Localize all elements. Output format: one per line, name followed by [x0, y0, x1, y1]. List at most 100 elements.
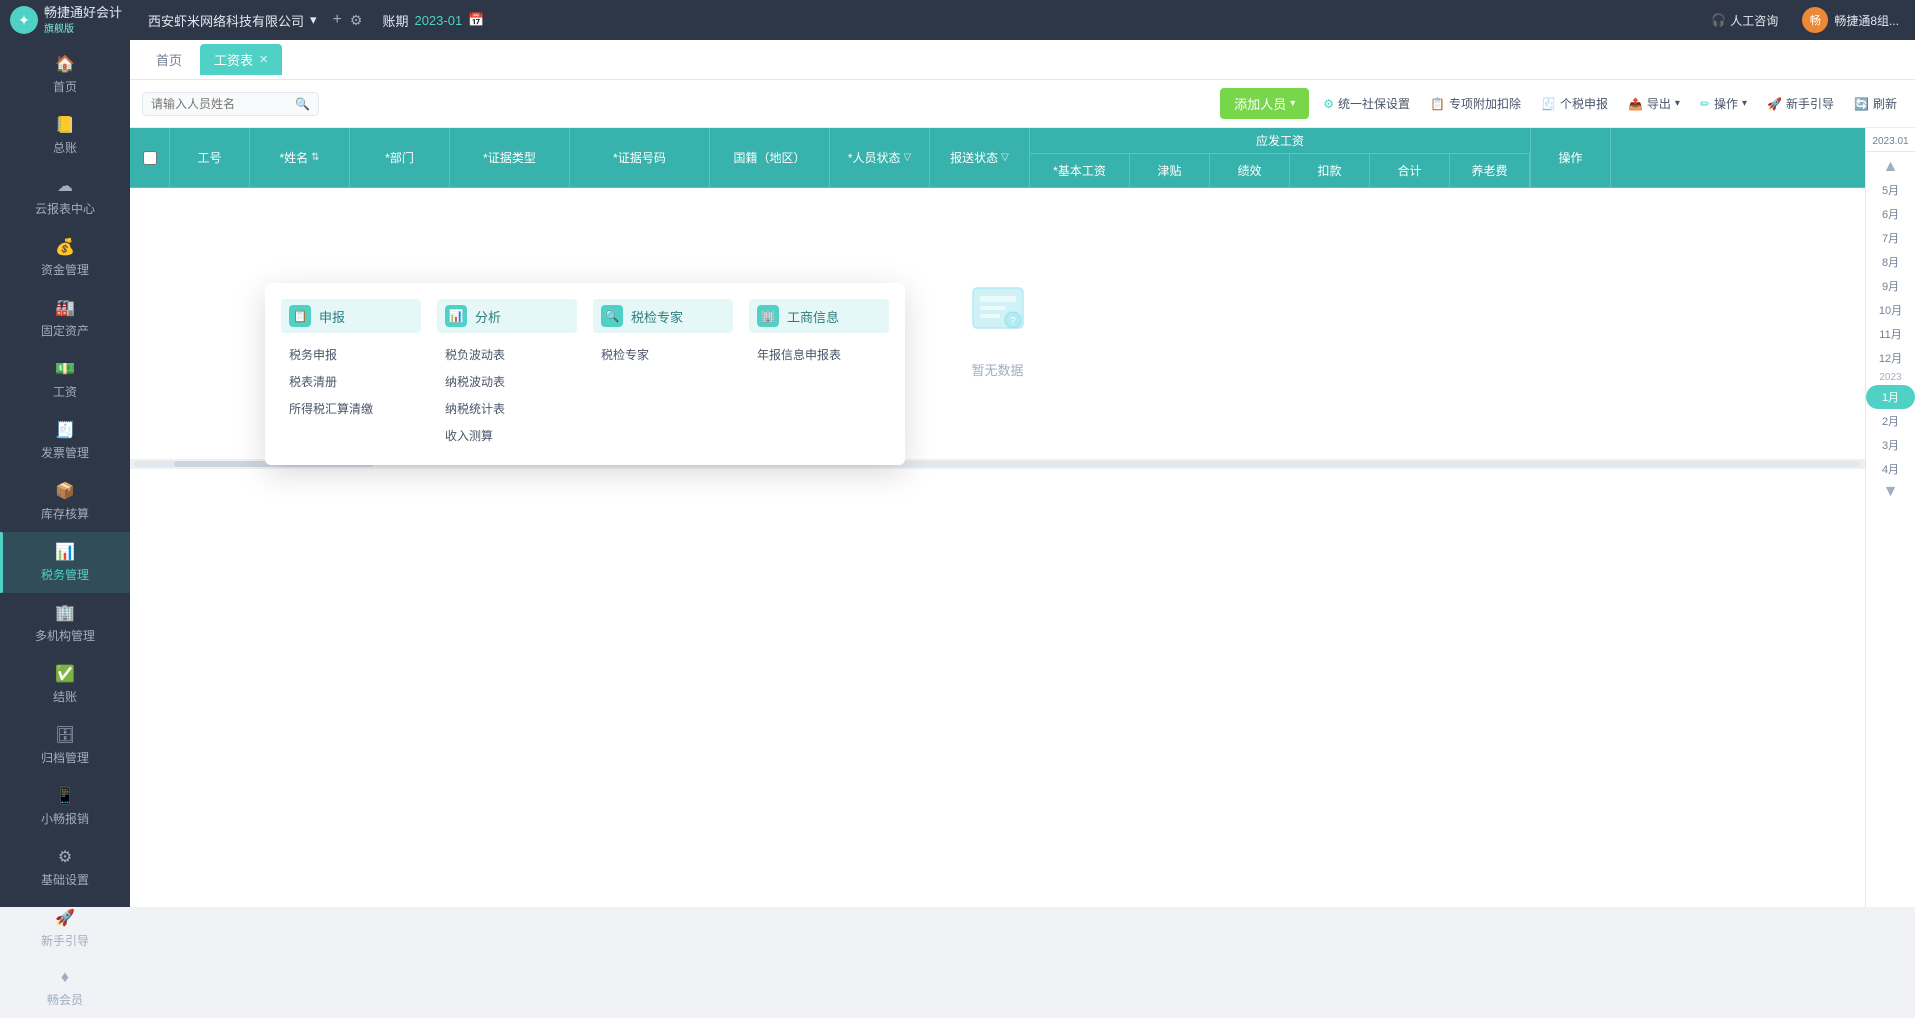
th-base-salary-label: *基本工资	[1053, 162, 1106, 179]
dropdown-item-tax-expert[interactable]: 税检专家	[593, 341, 733, 368]
timeline-month-2[interactable]: 2月	[1866, 409, 1915, 433]
th-id-type-label: *证据类型	[483, 149, 536, 166]
dropdown-item-tax-burden[interactable]: 税负波动表	[437, 341, 577, 368]
sidebar-item-home[interactable]: 🏠 首页	[0, 44, 130, 105]
ledger-icon: 📒	[55, 115, 75, 135]
tax-report-label: 个税申报	[1560, 95, 1608, 112]
tax-label: 税务管理	[41, 566, 89, 583]
timeline-month-6[interactable]: 6月	[1866, 202, 1915, 226]
add-person-label: 添加人员	[1234, 94, 1286, 113]
dropdown-item-tax-table[interactable]: 税表清册	[281, 368, 421, 395]
toolbar-refresh-btn[interactable]: 🔄 刷新	[1848, 91, 1903, 116]
support-btn[interactable]: 🎧 人工咨询	[1705, 9, 1784, 32]
sidebar-item-tax[interactable]: 📊 税务管理	[0, 532, 130, 593]
sidebar-item-marketing[interactable]: 📱 小畅报销	[0, 776, 130, 837]
toolbar-social-btn[interactable]: ⚙ 统一社保设置	[1317, 91, 1416, 116]
th-action-label: 操作	[1558, 149, 1582, 166]
search-icon: 🔍	[295, 97, 310, 111]
toolbar-deduction-btn[interactable]: 📋 专项附加扣除	[1424, 91, 1527, 116]
sort-icon[interactable]: ⇅	[311, 152, 319, 163]
tab-close-icon[interactable]: ✕	[259, 53, 268, 66]
filter-report-icon[interactable]: ▽	[1001, 152, 1009, 163]
th-employee-id-label: 工号	[197, 149, 221, 166]
timeline-month-12[interactable]: 12月	[1866, 346, 1915, 370]
inventory-icon: 📦	[55, 481, 75, 501]
tab-home-label: 首页	[156, 50, 182, 69]
operation-dropdown-icon: ▾	[1742, 98, 1747, 109]
timeline-down-btn[interactable]: ▼	[1881, 481, 1901, 503]
th-employee-id: 工号	[170, 128, 250, 187]
th-nationality: 国籍（地区）	[710, 128, 830, 187]
user-btn[interactable]: 畅 畅捷通8组...	[1796, 4, 1905, 36]
dropdown-item-tax-annual[interactable]: 所得税汇算清缴	[281, 395, 421, 422]
timeline-month-5[interactable]: 5月	[1866, 178, 1915, 202]
toolbar-guide-btn[interactable]: 🚀 新手引导	[1761, 91, 1840, 116]
timeline-year-2023: 2023	[1879, 370, 1901, 385]
sidebar-item-multi[interactable]: 🏢 多机构管理	[0, 593, 130, 654]
sidebar-item-cloud[interactable]: ☁ 云报表中心	[0, 166, 130, 227]
company-selector[interactable]: 西安虾米网络科技有限公司 ▾	[140, 7, 325, 34]
th-salary-group: 应发工资 *基本工资 津贴 绩效 扣	[1030, 128, 1531, 187]
dropdown-item-tax-stats[interactable]: 纳税统计表	[437, 395, 577, 422]
timeline-month-9[interactable]: 9月	[1866, 274, 1915, 298]
guide-label: 新手引导	[41, 932, 89, 949]
sidebar-item-archive[interactable]: 🗄 归档管理	[0, 715, 130, 776]
dropdown-item-tax-payment[interactable]: 纳税波动表	[437, 368, 577, 395]
toolbar-export-btn[interactable]: 📤 导出 ▾	[1622, 91, 1686, 116]
th-id-no-label: *证据号码	[613, 149, 666, 166]
header-actions: 🎧 人工咨询 畅 畅捷通8组...	[1705, 4, 1905, 36]
sidebar-item-ledger[interactable]: 📒 总账	[0, 105, 130, 166]
filter-status-icon[interactable]: ▽	[903, 152, 911, 163]
sidebar-item-asset[interactable]: 🏭 固定资产	[0, 288, 130, 349]
timeline-month-3[interactable]: 3月	[1866, 433, 1915, 457]
sidebar-item-guide[interactable]: 🚀 新手引导	[0, 898, 130, 959]
sidebar-item-fund[interactable]: 💰 资金管理	[0, 227, 130, 288]
right-timeline: 2023.01 ▲ 5月 6月 7月 8月 9月 10月 11月 12月 202…	[1865, 128, 1915, 907]
th-pension: 养老费	[1450, 154, 1530, 187]
dropdown-item-annual-report[interactable]: 年报信息申报表	[749, 341, 889, 368]
sidebar-item-member[interactable]: ♦ 畅会员	[0, 959, 130, 1018]
sidebar-item-settings[interactable]: ⚙ 基础设置	[0, 837, 130, 898]
sidebar-item-invoice[interactable]: 🧾 发票管理	[0, 410, 130, 471]
tab-salary[interactable]: 工资表 ✕	[200, 44, 282, 75]
settings-icon[interactable]: ⚙	[350, 12, 363, 29]
add-person-button[interactable]: 添加人员 ▾	[1220, 88, 1309, 119]
calendar-icon[interactable]: 📅	[468, 12, 484, 28]
timeline-month-11[interactable]: 11月	[1866, 322, 1915, 346]
dropdown-section-analysis: 📊 分析 税负波动表 纳税波动表 纳税统计表 收入测算	[437, 299, 577, 449]
timeline-month-1[interactable]: 1月	[1866, 385, 1915, 409]
tab-bar: 首页 工资表 ✕	[130, 40, 1915, 80]
sidebar-item-inventory[interactable]: 📦 库存核算	[0, 471, 130, 532]
timeline-up-btn[interactable]: ▲	[1881, 156, 1901, 178]
select-all-checkbox[interactable]	[143, 151, 157, 165]
tab-home[interactable]: 首页	[142, 44, 196, 75]
toolbar-tax-btn[interactable]: 🧾 个税申报	[1535, 91, 1614, 116]
th-allowance-label: 津贴	[1157, 162, 1181, 179]
svg-text:?: ?	[1010, 316, 1016, 327]
sidebar-item-salary[interactable]: 💵 工资	[0, 349, 130, 410]
dropdown-item-tax-declare[interactable]: 税务申报	[281, 341, 421, 368]
search-input[interactable]	[151, 97, 291, 111]
search-wrap[interactable]: 🔍	[142, 92, 319, 116]
timeline-month-7[interactable]: 7月	[1866, 226, 1915, 250]
fund-label: 资金管理	[41, 261, 89, 278]
th-performance: 绩效	[1210, 154, 1290, 187]
export-label: 导出	[1647, 95, 1671, 112]
support-label: 人工咨询	[1730, 12, 1778, 29]
timeline-month-10[interactable]: 10月	[1866, 298, 1915, 322]
dropdown-item-income-calc[interactable]: 收入测算	[437, 422, 577, 449]
operation-label: 操作	[1714, 95, 1738, 112]
th-report-status: 报送状态 ▽	[930, 128, 1030, 187]
toolbar-operation-btn[interactable]: ✏ 操作 ▾	[1694, 91, 1753, 116]
timeline-month-4[interactable]: 4月	[1866, 457, 1915, 481]
checkbox-all-header[interactable]	[130, 128, 170, 187]
sidebar-item-settle[interactable]: ✅ 结账	[0, 654, 130, 715]
th-report-status-label: 报送状态	[950, 149, 998, 166]
th-deductions: 扣款	[1290, 154, 1370, 187]
add-company-icon[interactable]: +	[333, 11, 342, 29]
member-icon: ♦	[61, 969, 69, 987]
guide-toolbar-label: 新手引导	[1786, 95, 1834, 112]
deduction-label: 专项附加扣除	[1449, 95, 1521, 112]
timeline-month-8[interactable]: 8月	[1866, 250, 1915, 274]
asset-icon: 🏭	[55, 298, 75, 318]
